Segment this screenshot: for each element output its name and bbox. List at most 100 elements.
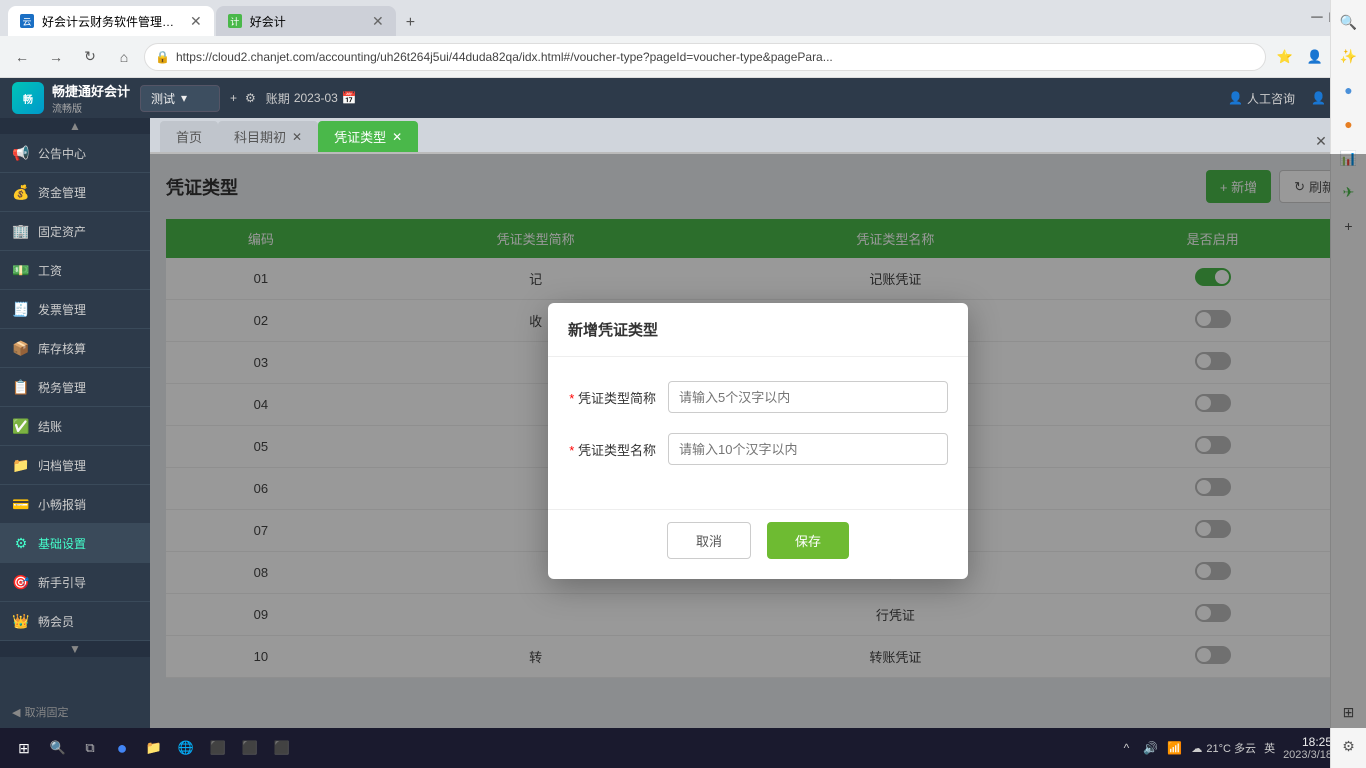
- sidebar-item-fixed-assets[interactable]: 🏢 固定资产: [0, 212, 150, 251]
- voucher-short-input[interactable]: [668, 381, 948, 413]
- reload-button[interactable]: ↻: [76, 43, 104, 71]
- settings-icon[interactable]: ⚙: [245, 91, 256, 105]
- profile-button[interactable]: 👤: [1302, 44, 1328, 70]
- clock-time: 18:25: [1283, 735, 1332, 749]
- sidebar-label-announcements: 公告中心: [38, 145, 86, 162]
- sidebar-item-settlement[interactable]: ✅ 结账: [0, 407, 150, 446]
- workspace-selector[interactable]: 测试 ▾: [140, 85, 220, 112]
- cancel-button[interactable]: 取消: [667, 522, 751, 559]
- sidebar-item-payroll[interactable]: 💵 工资: [0, 251, 150, 290]
- tab-bar: 首页 科目期初 ✕ 凭证类型 ✕ ✕ ⤢: [150, 118, 1366, 154]
- browser-tabs: 云 好会计云财务软件管理系统_会计 ✕ 计 好会计 ✕ +: [8, 0, 423, 36]
- taskbar-right: ^ 🔊 📶 ☁ 21°C 多云 英 18:25 2023/3/18 🔔: [1117, 735, 1358, 761]
- sidebar-item-expense[interactable]: 💳 小畅报销: [0, 485, 150, 524]
- fixed-assets-icon: 🏢: [12, 222, 30, 240]
- browser-tab-1[interactable]: 云 好会计云财务软件管理系统_会计 ✕: [8, 6, 214, 36]
- sidebar-item-tax[interactable]: 📋 税务管理: [0, 368, 150, 407]
- sidebar-item-funds[interactable]: 💰 资金管理: [0, 173, 150, 212]
- tab-title-2: 好会计: [250, 13, 286, 30]
- sidebar-item-settings[interactable]: ⚙ 基础设置: [0, 524, 150, 563]
- taskbar-app3[interactable]: ⬛: [268, 734, 296, 762]
- tab-voucher-type[interactable]: 凭证类型 ✕: [318, 121, 418, 152]
- taskbar-clock: 18:25 2023/3/18: [1283, 735, 1332, 761]
- modal-dialog: 新增凭证类型 * 凭证类型简称: [548, 303, 968, 579]
- tab-subject-init-close[interactable]: ✕: [292, 130, 302, 144]
- cancel-fixed-icon: ◀: [12, 706, 20, 719]
- tab-close-2[interactable]: ✕: [372, 13, 384, 30]
- sidebar-scroll-down[interactable]: ▼: [0, 641, 150, 657]
- new-tab-button[interactable]: +: [398, 10, 423, 36]
- tab-close-1[interactable]: ✕: [190, 13, 202, 30]
- add-workspace-button[interactable]: +: [230, 91, 237, 105]
- taskbar-edge[interactable]: 🌐: [172, 734, 200, 762]
- url-text: https://cloud2.chanjet.com/accounting/uh…: [176, 50, 1255, 64]
- sidebar-item-archive[interactable]: 📁 归档管理: [0, 446, 150, 485]
- form-row-short: * 凭证类型简称: [568, 381, 948, 413]
- forward-button[interactable]: →: [42, 43, 70, 71]
- taskbar-app1[interactable]: ⬛: [204, 734, 232, 762]
- form-row-name: * 凭证类型名称: [568, 433, 948, 465]
- tray-up[interactable]: ^: [1117, 739, 1135, 757]
- sidebar-item-announcements[interactable]: 📢 公告中心: [0, 134, 150, 173]
- save-button[interactable]: 保存: [767, 522, 849, 559]
- voucher-name-input[interactable]: [668, 433, 948, 465]
- back-button[interactable]: ←: [8, 43, 36, 71]
- logo-subtitle: 流畅版: [52, 100, 130, 115]
- sidebar-item-guide[interactable]: 🎯 新手引导: [0, 563, 150, 602]
- browser-toolbar: ← → ↻ ⌂ 🔒 https://cloud2.chanjet.com/acc…: [0, 36, 1366, 78]
- sidebar-label-member: 畅会员: [38, 613, 74, 630]
- tab-favicon-1: 云: [20, 14, 34, 28]
- taskbar-app2[interactable]: ⬛: [236, 734, 264, 762]
- content-area: 首页 科目期初 ✕ 凭证类型 ✕ ✕ ⤢: [150, 118, 1366, 728]
- window-minimize[interactable]: ─: [1311, 9, 1322, 27]
- weather-text: 21°C 多云: [1206, 740, 1256, 756]
- taskbar-search[interactable]: 🔍: [44, 734, 72, 762]
- logo-area: 畅 畅捷通好会计 流畅版: [12, 81, 130, 115]
- tab-voucher-type-close[interactable]: ✕: [392, 130, 402, 144]
- taskbar-files[interactable]: 📁: [140, 734, 168, 762]
- sidebar-item-invoices[interactable]: 🧾 发票管理: [0, 290, 150, 329]
- logo-text: 畅捷通好会计: [52, 81, 130, 100]
- float-orange-btn[interactable]: ●: [1335, 118, 1363, 138]
- sidebar-label-archive: 归档管理: [38, 457, 86, 474]
- sidebar-item-inventory[interactable]: 📦 库存核算: [0, 329, 150, 368]
- sidebar-label-inventory: 库存核算: [38, 340, 86, 357]
- sidebar-label-settings: 基础设置: [38, 535, 86, 552]
- workspace-dropdown-icon: ▾: [181, 91, 187, 105]
- sidebar-label-funds: 资金管理: [38, 184, 86, 201]
- invoices-icon: 🧾: [12, 300, 30, 318]
- sidebar-label-invoices: 发票管理: [38, 301, 86, 318]
- period-value: 2023-03: [294, 91, 338, 105]
- expense-icon: 💳: [12, 495, 30, 513]
- app-header: 畅 畅捷通好会计 流畅版 测试 ▾ + ⚙ 账期 2023-03 📅: [0, 78, 1366, 118]
- archive-icon: 📁: [12, 456, 30, 474]
- tray-network[interactable]: 📶: [1165, 739, 1183, 757]
- sidebar-label-tax: 税务管理: [38, 379, 86, 396]
- tray-volume[interactable]: 🔊: [1141, 739, 1159, 757]
- calendar-icon: 📅: [342, 91, 357, 105]
- home-button[interactable]: ⌂: [110, 43, 138, 71]
- sidebar-label-guide: 新手引导: [38, 574, 86, 591]
- announcements-icon: 📢: [12, 144, 30, 162]
- consult-button[interactable]: 👤 人工咨询: [1228, 90, 1295, 107]
- modal-header: 新增凭证类型: [548, 303, 968, 357]
- start-button[interactable]: ⊞: [8, 732, 40, 764]
- tab-voucher-type-label: 凭证类型: [334, 127, 386, 146]
- taskbar-sys-icons: ^ 🔊 📶: [1117, 739, 1183, 757]
- form-label-short: * 凭证类型简称: [568, 388, 668, 407]
- taskbar-taskview[interactable]: ⧉: [76, 734, 104, 762]
- sidebar-scroll-up[interactable]: ▲: [0, 118, 150, 134]
- address-bar[interactable]: 🔒 https://cloud2.chanjet.com/accounting/…: [144, 43, 1266, 71]
- sidebar-item-member[interactable]: 👑 畅会员: [0, 602, 150, 641]
- extensions-button[interactable]: ⭐: [1272, 44, 1298, 70]
- tab-home-label: 首页: [176, 127, 202, 146]
- tab-subject-init[interactable]: 科目期初 ✕: [218, 121, 318, 152]
- browser-tab-2[interactable]: 计 好会计 ✕: [216, 6, 396, 36]
- taskbar-chrome[interactable]: ●: [108, 734, 136, 762]
- tab-close-window[interactable]: ✕: [1310, 130, 1332, 152]
- main-layout: ▲ 📢 公告中心 💰 资金管理 🏢 固定资产 💵 工资: [0, 118, 1366, 728]
- user-icon: 👤: [1311, 91, 1326, 105]
- tab-home[interactable]: 首页: [160, 121, 218, 152]
- tab-favicon-2: 计: [228, 14, 242, 28]
- cancel-fixed-button[interactable]: ◀ 取消固定: [0, 696, 150, 728]
